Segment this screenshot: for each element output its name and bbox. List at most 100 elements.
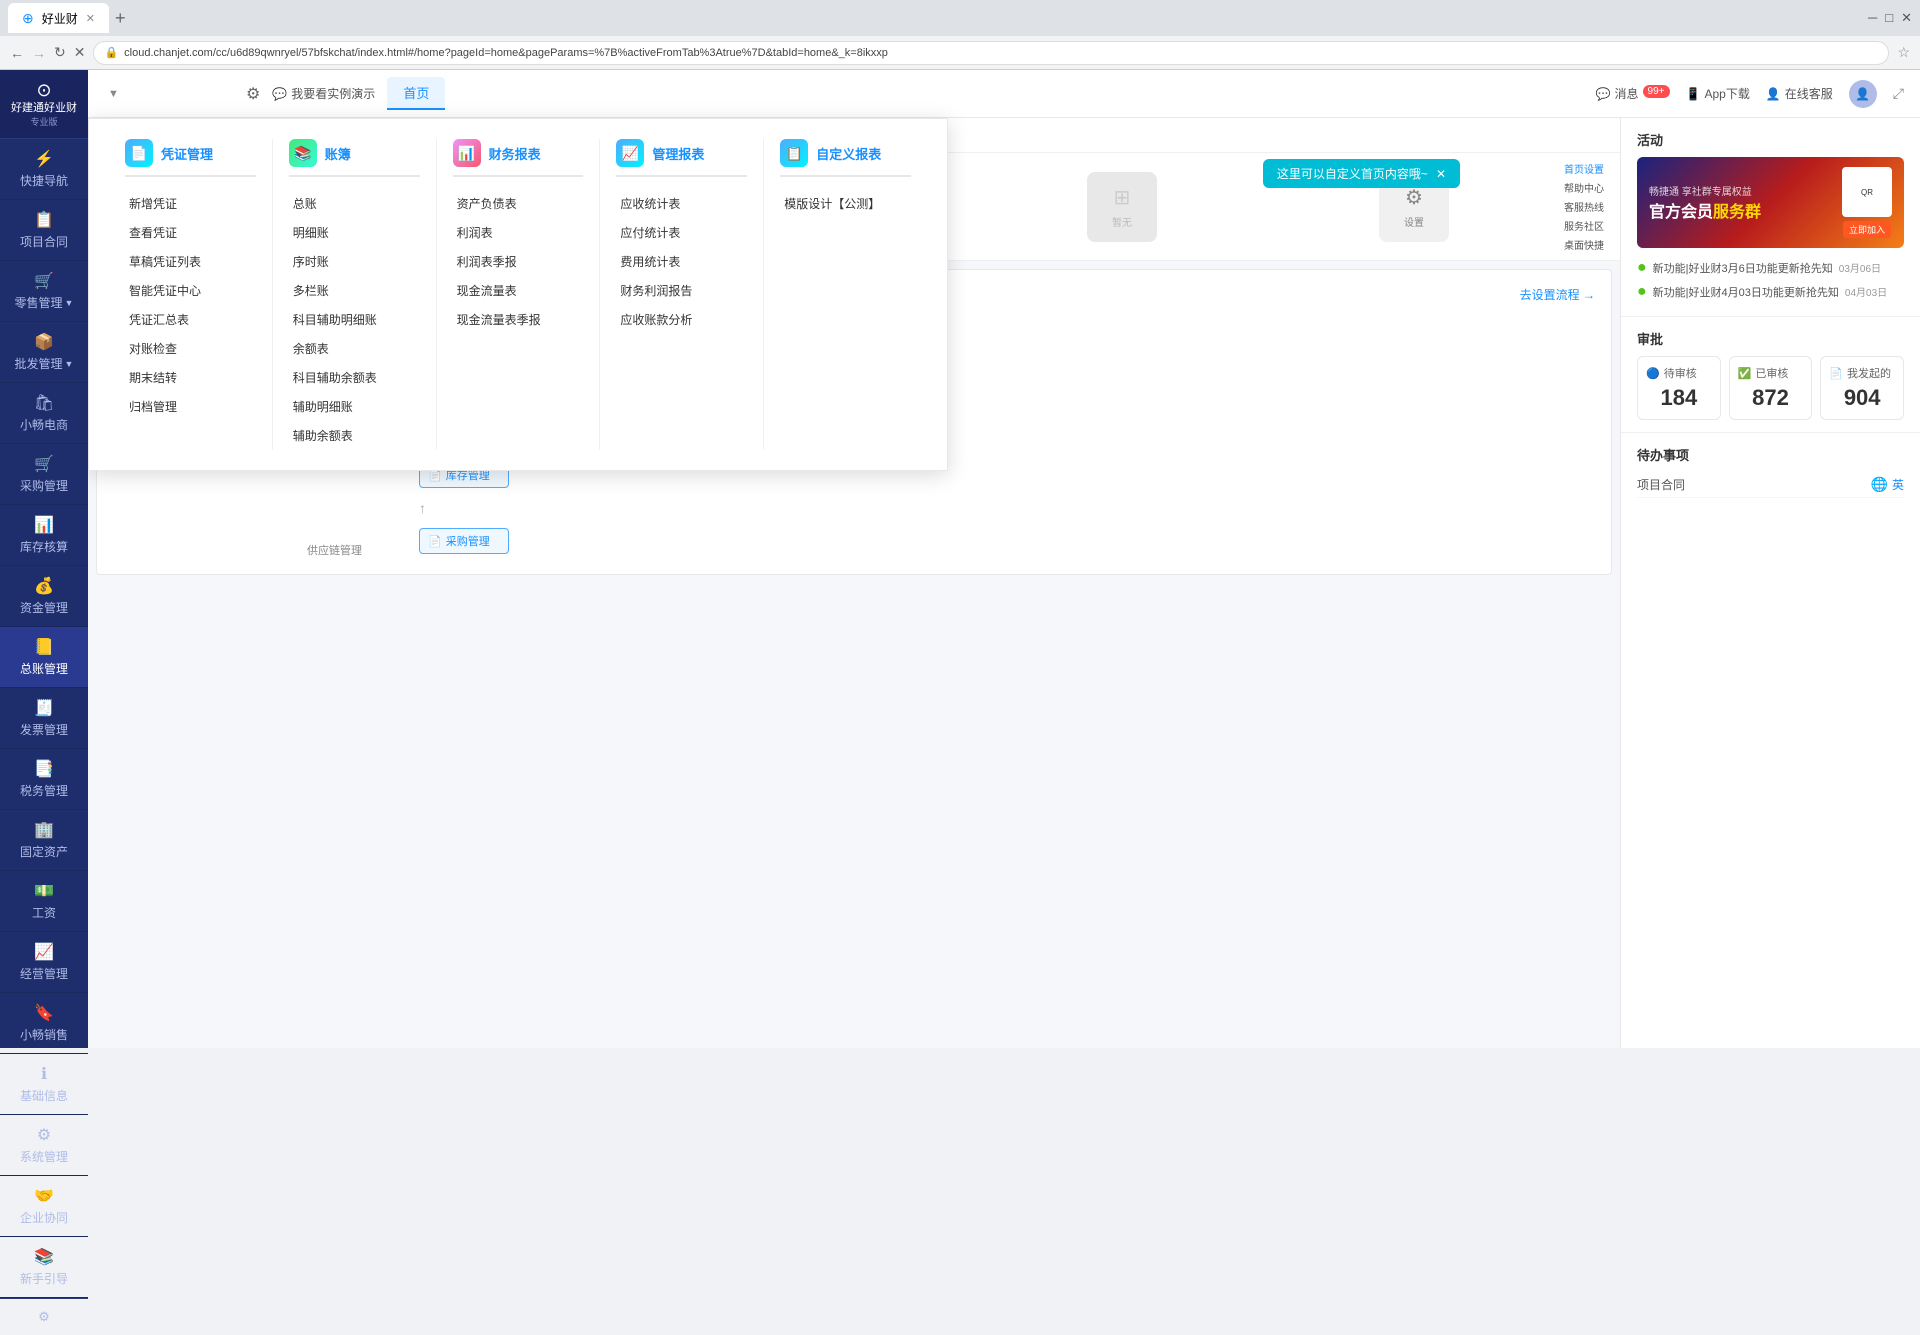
sidebar-item-shortcut[interactable]: ⚡ 快捷导航 (0, 139, 88, 200)
sidebar-item-wholesale[interactable]: 📦 批发管理▼ (0, 322, 88, 383)
dropdown-item-profit[interactable]: 利润表 (453, 218, 584, 247)
forward-button[interactable]: → (32, 45, 46, 61)
back-button[interactable]: ← (10, 45, 24, 61)
dropdown-item-reconcile[interactable]: 对账检查 (125, 334, 256, 363)
custom-report-header: 📋 自定义报表 (780, 139, 911, 177)
settings-btn[interactable]: ⚙ (246, 84, 260, 104)
message-label: 消息 (1615, 85, 1639, 102)
main-content: ▼ ⚙ 💬 我要看实例演示 首页 💬 消息 99+ 📱 (88, 70, 1920, 1048)
sidebar-settings[interactable]: ⚙ (0, 1298, 88, 1335)
dropdown-item-balance[interactable]: 余额表 (289, 334, 420, 363)
sidebar-item-inventory[interactable]: 📊 库存核算 (0, 505, 88, 566)
dropdown-item-general-ledger[interactable]: 总账 (289, 189, 420, 218)
address-bar[interactable]: 🔒 cloud.chanjet.com/cc/u6d89qwnryel/57bf… (93, 41, 1889, 65)
sidebar-item-retail[interactable]: 🛒 零售管理▼ (0, 261, 88, 322)
sidebar-item-sales[interactable]: 🔖 小畅销售 (0, 993, 88, 1054)
finance-report-title: 财务报表 (489, 144, 541, 163)
minimize-btn[interactable]: ─ (1868, 10, 1877, 26)
dropdown-item-profit-report[interactable]: 财务利润报告 (616, 276, 747, 305)
sidebar-item-system[interactable]: ⚙ 系统管理 (0, 1115, 88, 1176)
dropdown-item-time-ledger[interactable]: 序时账 (289, 247, 420, 276)
sidebar-item-invoice[interactable]: 🧾 发票管理 (0, 688, 88, 749)
sidebar-item-fixed-assets[interactable]: 🏢 固定资产 (0, 810, 88, 871)
sidebar-item-enterprise[interactable]: 🤝 企业协同 (0, 1176, 88, 1237)
pending-item-project[interactable]: 项目合同 🌐 英 (1637, 472, 1904, 498)
dropdown-item-balance-sheet[interactable]: 资产负债表 (453, 189, 584, 218)
side-link-desktop[interactable]: 桌面快捷 (1564, 237, 1604, 252)
approval-done-label: ✅ 已审核 (1738, 365, 1804, 381)
approval-mine[interactable]: 📄 我发起的 904 (1820, 356, 1904, 420)
dropdown-item-receivable-analysis[interactable]: 应收账款分析 (616, 305, 747, 334)
sidebar-item-payroll[interactable]: 💵 工资 (0, 871, 88, 932)
sidebar-item-tax[interactable]: 📑 税务管理 (0, 749, 88, 810)
dropdown-item-voucher-summary[interactable]: 凭证汇总表 (125, 305, 256, 334)
tab-close-icon[interactable]: ✕ (86, 12, 95, 25)
message-button[interactable]: 💬 消息 99+ (1596, 85, 1670, 102)
dropdown-item-aux-balance[interactable]: 辅助余额表 (289, 421, 420, 450)
side-link-community[interactable]: 服务社区 (1564, 218, 1604, 233)
dropdown-item-draft-voucher[interactable]: 草稿凭证列表 (125, 247, 256, 276)
homepage-customize-tooltip: 这里可以自定义首页内容哦~ ✕ (1263, 159, 1460, 188)
approval-done[interactable]: ✅ 已审核 872 (1729, 356, 1813, 420)
expand-icon[interactable]: ⤢ (1893, 85, 1904, 102)
dropdown-item-receivable-stats[interactable]: 应收统计表 (616, 189, 747, 218)
banner-cta-button[interactable]: 立即加入 (1843, 221, 1891, 238)
dropdown-item-template-design[interactable]: 模版设计【公测】 (780, 189, 911, 218)
approval-pending[interactable]: 🔵 待审核 184 (1637, 356, 1721, 420)
dropdown-item-add-voucher[interactable]: 新增凭证 (125, 189, 256, 218)
user-avatar[interactable]: 👤 (1849, 80, 1877, 108)
home-tab[interactable]: 首页 (387, 77, 445, 110)
lang-switch[interactable]: 英 (1892, 476, 1904, 493)
sidebar-item-small-mall[interactable]: 🛍 小畅电商 (0, 383, 88, 444)
online-service-button[interactable]: 👤 在线客服 (1766, 85, 1833, 102)
tooltip-close-icon[interactable]: ✕ (1436, 167, 1446, 181)
enterprise-label: 企业协同 (20, 1209, 68, 1226)
dropdown-item-period-close[interactable]: 期末结转 (125, 363, 256, 392)
dropdown-item-cashflow[interactable]: 现金流量表 (453, 276, 584, 305)
bookmark-icon[interactable]: ☆ (1897, 44, 1910, 61)
icon-item-4[interactable]: ⊞ 暂无 (980, 164, 1264, 250)
sidebar-item-project-contract[interactable]: 📋 项目合同 (0, 200, 88, 261)
dropdown-item-aux-detail[interactable]: 辅助明细账 (289, 392, 420, 421)
company-selector[interactable]: ▼ (104, 88, 234, 100)
dropdown-item-detail-ledger[interactable]: 明细账 (289, 218, 420, 247)
dropdown-item-archive[interactable]: 归档管理 (125, 392, 256, 421)
dropdown-item-cashflow-quarterly[interactable]: 现金流量表季报 (453, 305, 584, 334)
sidebar-item-guide[interactable]: 📚 新手引导 (0, 1237, 88, 1298)
demo-button[interactable]: 💬 我要看实例演示 (272, 85, 375, 102)
dropdown-item-view-voucher[interactable]: 查看凭证 (125, 218, 256, 247)
news-dot-2: ● (1637, 284, 1647, 300)
dropdown-item-smart-voucher[interactable]: 智能凭证中心 (125, 276, 256, 305)
flow-box-purchase[interactable]: 📄采购管理 (419, 528, 509, 554)
delete-button[interactable]: ✕ (74, 44, 86, 61)
dropdown-item-payable-stats[interactable]: 应付统计表 (616, 218, 747, 247)
dropdown-item-subject-balance[interactable]: 科目辅助余额表 (289, 363, 420, 392)
side-link-homepage[interactable]: 首页设置 (1564, 161, 1604, 176)
new-tab-button[interactable]: + (115, 8, 126, 29)
news-date-2: 04月03日 (1845, 284, 1887, 299)
custom-report-title: 自定义报表 (816, 144, 881, 163)
dropdown-item-subject-detail[interactable]: 科目辅助明细账 (289, 305, 420, 334)
done-text: 已审核 (1755, 365, 1788, 381)
sidebar-item-basic[interactable]: ℹ 基础信息 (0, 1054, 88, 1115)
ops-icon: 📈 (34, 942, 54, 962)
company-name: 好建通好业财 (4, 101, 84, 115)
app-download-button[interactable]: 📱 App下载 (1686, 85, 1750, 102)
mine-text: 我发起的 (1847, 365, 1891, 381)
url-text: cloud.chanjet.com/cc/u6d89qwnryel/57bfsk… (124, 47, 888, 59)
dropdown-item-expense-stats[interactable]: 费用统计表 (616, 247, 747, 276)
setup-flow-link[interactable]: 去设置流程 → (1520, 286, 1595, 303)
maximize-btn[interactable]: □ (1885, 10, 1893, 26)
active-tab[interactable]: ⊕ 好业财 ✕ (8, 3, 109, 33)
dropdown-item-profit-quarterly[interactable]: 利润表季报 (453, 247, 584, 276)
side-link-help[interactable]: 帮助中心 (1564, 180, 1604, 195)
side-link-service[interactable]: 客服热线 (1564, 199, 1604, 214)
reload-button[interactable]: ↻ (54, 44, 66, 61)
sidebar-item-general-ledger[interactable]: 📒 总账管理 (0, 627, 88, 688)
sidebar-item-purchase[interactable]: 🛒 采购管理 (0, 444, 88, 505)
sidebar-item-finance[interactable]: 💰 资金管理 (0, 566, 88, 627)
sidebar-item-operations[interactable]: 📈 经营管理 (0, 932, 88, 993)
demo-label: 我要看实例演示 (291, 85, 375, 102)
close-btn[interactable]: ✕ (1901, 10, 1912, 26)
dropdown-item-multi-ledger[interactable]: 多栏账 (289, 276, 420, 305)
